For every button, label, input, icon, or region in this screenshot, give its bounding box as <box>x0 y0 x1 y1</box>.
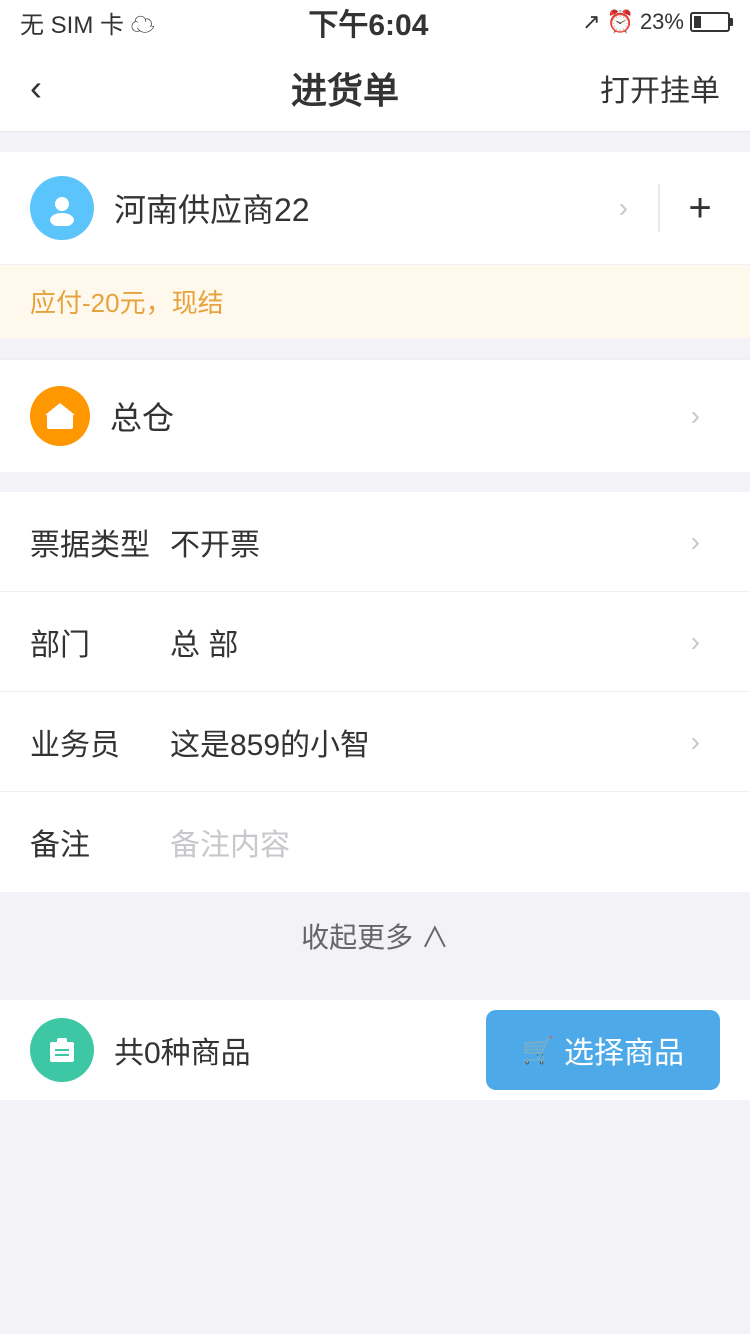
open-pending-button[interactable]: 打开挂单 <box>600 66 720 110</box>
dept-value: 总 部 <box>170 620 691 664</box>
invoice-chevron-icon: › <box>691 526 700 558</box>
bottom-bar: 共0种商品 🛒 选择商品 <box>0 1000 750 1100</box>
section-gap-1 <box>0 132 750 152</box>
collapse-bar[interactable]: 收起更多 ∧ <box>0 892 750 980</box>
warehouse-section: 总仓 › <box>0 358 750 472</box>
warehouse-row[interactable]: 总仓 › <box>0 359 750 472</box>
supplier-name: 河南供应商22 <box>114 185 619 231</box>
staff-chevron-icon: › <box>691 726 700 758</box>
select-product-label: 选择商品 <box>564 1028 684 1072</box>
select-product-icon: 🛒 <box>522 1035 554 1066</box>
staff-row[interactable]: 业务员 这是859的小智 › <box>0 692 750 792</box>
location-icon: ↗ <box>582 9 600 35</box>
status-bar: 无 SIM 卡 ☁ 下午6:04 ↗ ⏰ 23% <box>0 0 750 44</box>
dept-row[interactable]: 部门 总 部 › <box>0 592 750 692</box>
product-icon <box>30 1018 94 1082</box>
dept-label: 部门 <box>30 620 170 664</box>
battery-icon <box>690 12 730 32</box>
notice-bar: 应付-20元，现结 <box>0 265 750 338</box>
bottom-fill <box>0 1100 750 1300</box>
dept-chevron-icon: › <box>691 626 700 658</box>
status-left: 无 SIM 卡 ☁ <box>20 5 155 40</box>
battery-percent: 23% <box>640 9 684 35</box>
form-section: 票据类型 不开票 › 部门 总 部 › 业务员 这是859的小智 › 备注 备注… <box>0 492 750 892</box>
supplier-avatar <box>30 176 94 240</box>
status-right: ↗ ⏰ 23% <box>582 9 730 35</box>
warehouse-chevron-icon: › <box>691 400 700 432</box>
product-count: 共0种商品 <box>114 1028 466 1072</box>
warehouse-name: 总仓 <box>110 393 691 439</box>
remark-input[interactable]: 备注内容 <box>170 820 720 864</box>
staff-value: 这是859的小智 <box>170 720 691 764</box>
alarm-icon: ⏰ <box>607 9 634 35</box>
supplier-divider <box>658 184 660 232</box>
nav-bar: ‹ 进货单 打开挂单 <box>0 44 750 132</box>
back-button[interactable]: ‹ <box>30 67 90 109</box>
warehouse-icon <box>30 386 90 446</box>
supplier-row[interactable]: 河南供应商22 › + <box>0 152 750 265</box>
add-supplier-button[interactable]: + <box>680 186 720 231</box>
select-product-button[interactable]: 🛒 选择商品 <box>486 1010 720 1090</box>
status-time: 下午6:04 <box>308 0 428 44</box>
page-title: 进货单 <box>291 62 399 114</box>
remark-label: 备注 <box>30 820 170 864</box>
invoice-label: 票据类型 <box>30 520 170 564</box>
staff-label: 业务员 <box>30 720 170 764</box>
supplier-section: 河南供应商22 › + 应付-20元，现结 <box>0 152 750 338</box>
invoice-row[interactable]: 票据类型 不开票 › <box>0 492 750 592</box>
supplier-chevron-icon: › <box>619 192 628 224</box>
remark-row[interactable]: 备注 备注内容 <box>0 792 750 892</box>
signal-text: 无 SIM 卡 ☁ <box>20 5 155 40</box>
invoice-value: 不开票 <box>170 520 691 564</box>
